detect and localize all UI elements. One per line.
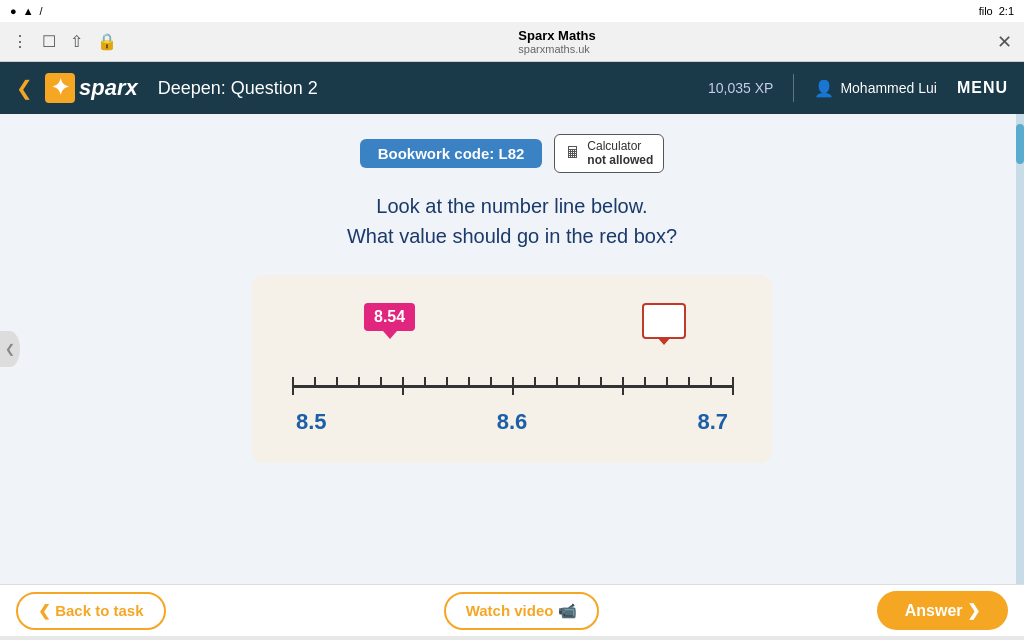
tick-20 (732, 377, 734, 395)
scale-label-start: 8.5 (296, 409, 327, 435)
tick-2 (336, 377, 338, 387)
tick-16 (644, 377, 646, 387)
scale-labels: 8.5 8.6 8.7 (292, 409, 732, 435)
browser-url: sparxmaths.uk (518, 43, 595, 55)
sparx-logo-icon: ✦ (45, 73, 75, 103)
tick-11 (534, 377, 536, 387)
calculator-badge: 🖩 Calculator not allowed (554, 134, 664, 173)
browser-title-area: Sparx Maths sparxmaths.uk (518, 28, 595, 55)
tick-18 (688, 377, 690, 387)
question-line1: Look at the number line below. (16, 191, 1008, 221)
calculator-icon: 🖩 (565, 144, 581, 162)
back-arrow-button[interactable]: ❮ (16, 76, 33, 100)
number-line (292, 371, 732, 401)
sparx-logo: ✦ sparx (45, 73, 138, 103)
tick-14 (600, 377, 602, 387)
menu-button[interactable]: MENU (957, 79, 1008, 97)
share-icon[interactable]: ⇧ (70, 32, 83, 51)
tick-17 (666, 377, 668, 387)
bottom-bar: ❮ Back to task Watch video 📹 Answer ❯ (0, 584, 1024, 636)
tick-6 (424, 377, 426, 387)
browser-icon-area: ⋮ ☐ ⇧ 🔒 (12, 32, 117, 51)
scale-label-end: 8.7 (697, 409, 728, 435)
side-arrow-button[interactable]: ❮ (0, 331, 20, 367)
user-name: Mohammed Lui (840, 80, 937, 96)
tick-9 (490, 377, 492, 387)
tick-19 (710, 377, 712, 387)
wifi-icon: ● (10, 5, 17, 17)
label-area: 8.54 (292, 303, 732, 363)
scrollbar[interactable] (1016, 114, 1024, 584)
status-bar-right: filo 2:1 (979, 5, 1014, 17)
bluetooth-icon: / (40, 5, 43, 17)
page-title: Deepen: Question 2 (158, 78, 318, 99)
question-line2: What value should go in the red box? (16, 221, 1008, 251)
android-nav: ||| ○ ▷ (0, 636, 1024, 640)
bookwork-badge: Bookwork code: L82 (360, 139, 543, 168)
tick-3 (358, 377, 360, 387)
tick-0 (292, 377, 294, 395)
calculator-text: Calculator not allowed (587, 139, 653, 168)
lock-icon: 🔒 (97, 32, 117, 51)
xp-display: 10,035 XP (708, 80, 773, 96)
value-label-pink: 8.54 (364, 303, 415, 331)
bookwork-bar: Bookwork code: L82 🖩 Calculator not allo… (16, 134, 1008, 173)
browser-chrome: ⋮ ☐ ⇧ 🔒 Sparx Maths sparxmaths.uk ✕ (0, 22, 1024, 62)
bookmark-icon[interactable]: ☐ (42, 32, 56, 51)
browser-close-button[interactable]: ✕ (997, 31, 1012, 53)
back-to-task-button[interactable]: ❮ Back to task (16, 592, 166, 630)
sparx-logo-text: sparx (79, 75, 138, 101)
tick-8 (468, 377, 470, 387)
tick-7 (446, 377, 448, 387)
answer-box (642, 303, 686, 339)
user-icon: 👤 (814, 79, 834, 98)
scale-label-mid: 8.6 (497, 409, 528, 435)
question-text: Look at the number line below. What valu… (16, 191, 1008, 251)
tick-10 (512, 377, 514, 395)
main-content: ❮ Bookwork code: L82 🖩 Calculator not al… (0, 114, 1024, 584)
menu-dots-icon[interactable]: ⋮ (12, 32, 28, 51)
calculator-label: Calculator (587, 139, 653, 153)
status-bar-left: ● ▲ / (10, 5, 43, 17)
answer-button[interactable]: Answer ❯ (877, 591, 1008, 630)
scrollbar-thumb[interactable] (1016, 124, 1024, 164)
time-label: 2:1 (999, 5, 1014, 17)
filo-label: filo (979, 5, 993, 17)
tick-12 (556, 377, 558, 387)
browser-title: Sparx Maths (518, 28, 595, 43)
tick-15 (622, 377, 624, 395)
number-line-container: 8.54 (252, 275, 772, 463)
signal-icon: ▲ (23, 5, 34, 17)
user-area: 👤 Mohammed Lui (814, 79, 937, 98)
app-header: ❮ ✦ sparx Deepen: Question 2 10,035 XP 👤… (0, 62, 1024, 114)
header-left: ❮ ✦ sparx Deepen: Question 2 (16, 73, 318, 103)
watch-video-button[interactable]: Watch video 📹 (444, 592, 599, 630)
tick-1 (314, 377, 316, 387)
header-divider (793, 74, 794, 102)
tick-13 (578, 377, 580, 387)
status-bar: ● ▲ / filo 2:1 (0, 0, 1024, 22)
calculator-not-allowed: not allowed (587, 153, 653, 167)
tick-5 (402, 377, 404, 395)
tick-4 (380, 377, 382, 387)
header-right: 10,035 XP 👤 Mohammed Lui MENU (708, 74, 1008, 102)
